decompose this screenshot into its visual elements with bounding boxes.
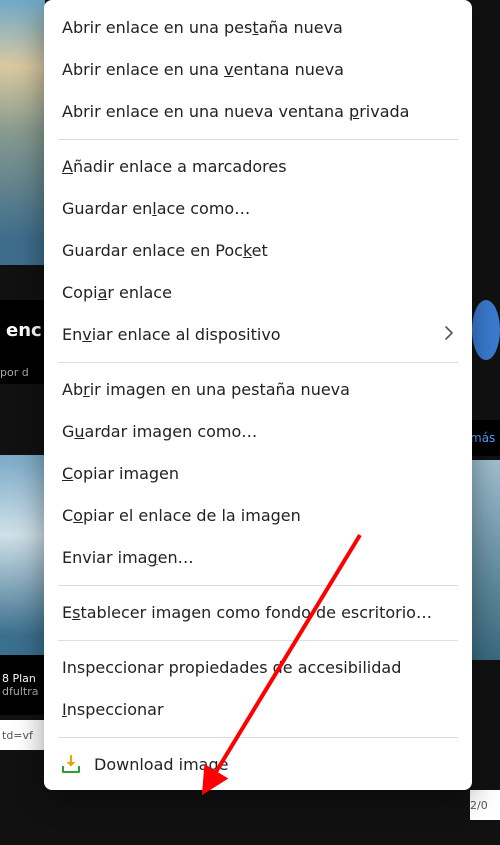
bg-image-fragment xyxy=(470,460,500,660)
menu-save-image-as[interactable]: Guardar imagen como… xyxy=(44,411,472,453)
menu-bookmark-link[interactable]: Añadir enlace a marcadores xyxy=(44,146,472,188)
menu-copy-link[interactable]: Copiar enlace xyxy=(44,272,472,314)
bg-image-fragment xyxy=(0,455,45,655)
bg-text-plan: 8 Plan dfultra xyxy=(0,655,45,715)
menu-inspect-accessibility[interactable]: Inspeccionar propiedades de accesibilida… xyxy=(44,647,472,689)
bg-text-td: td=vf xyxy=(0,720,45,750)
menu-inspect[interactable]: Inspeccionar xyxy=(44,689,472,731)
bg-avatar-fragment xyxy=(472,300,500,360)
menu-separator xyxy=(58,139,458,140)
menu-copy-image[interactable]: Copiar imagen xyxy=(44,453,472,495)
menu-separator xyxy=(58,737,458,738)
menu-separator xyxy=(58,640,458,641)
menu-open-link-new-window[interactable]: Abrir enlace en una ventana nueva xyxy=(44,49,472,91)
menu-set-desktop-background[interactable]: Establecer imagen como fondo de escritor… xyxy=(44,592,472,634)
download-icon xyxy=(60,754,82,776)
menu-save-link-as[interactable]: Guardar enlace como… xyxy=(44,188,472,230)
bg-text-mas: más xyxy=(470,420,500,456)
menu-open-link-private-window[interactable]: Abrir enlace en una nueva ventana privad… xyxy=(44,91,472,133)
context-menu: Abrir enlace en una pestaña nueva Abrir … xyxy=(44,0,472,790)
bg-text-enc: enc xyxy=(0,300,45,360)
bg-text-por: por d xyxy=(0,360,45,384)
menu-save-link-pocket[interactable]: Guardar enlace en Pocket xyxy=(44,230,472,272)
menu-open-link-new-tab[interactable]: Abrir enlace en una pestaña nueva xyxy=(44,7,472,49)
chevron-right-icon xyxy=(444,324,454,346)
bg-text-date: 2/0 xyxy=(470,790,500,820)
bg-image-fragment xyxy=(0,0,45,265)
menu-send-link-to-device[interactable]: Enviar enlace al dispositivo xyxy=(44,314,472,356)
menu-separator xyxy=(58,585,458,586)
menu-copy-image-link[interactable]: Copiar el enlace de la imagen xyxy=(44,495,472,537)
menu-send-image[interactable]: Enviar imagen… xyxy=(44,537,472,579)
menu-download-image[interactable]: Download image xyxy=(44,744,472,786)
menu-separator xyxy=(58,362,458,363)
menu-open-image-new-tab[interactable]: Abrir imagen en una pestaña nueva xyxy=(44,369,472,411)
